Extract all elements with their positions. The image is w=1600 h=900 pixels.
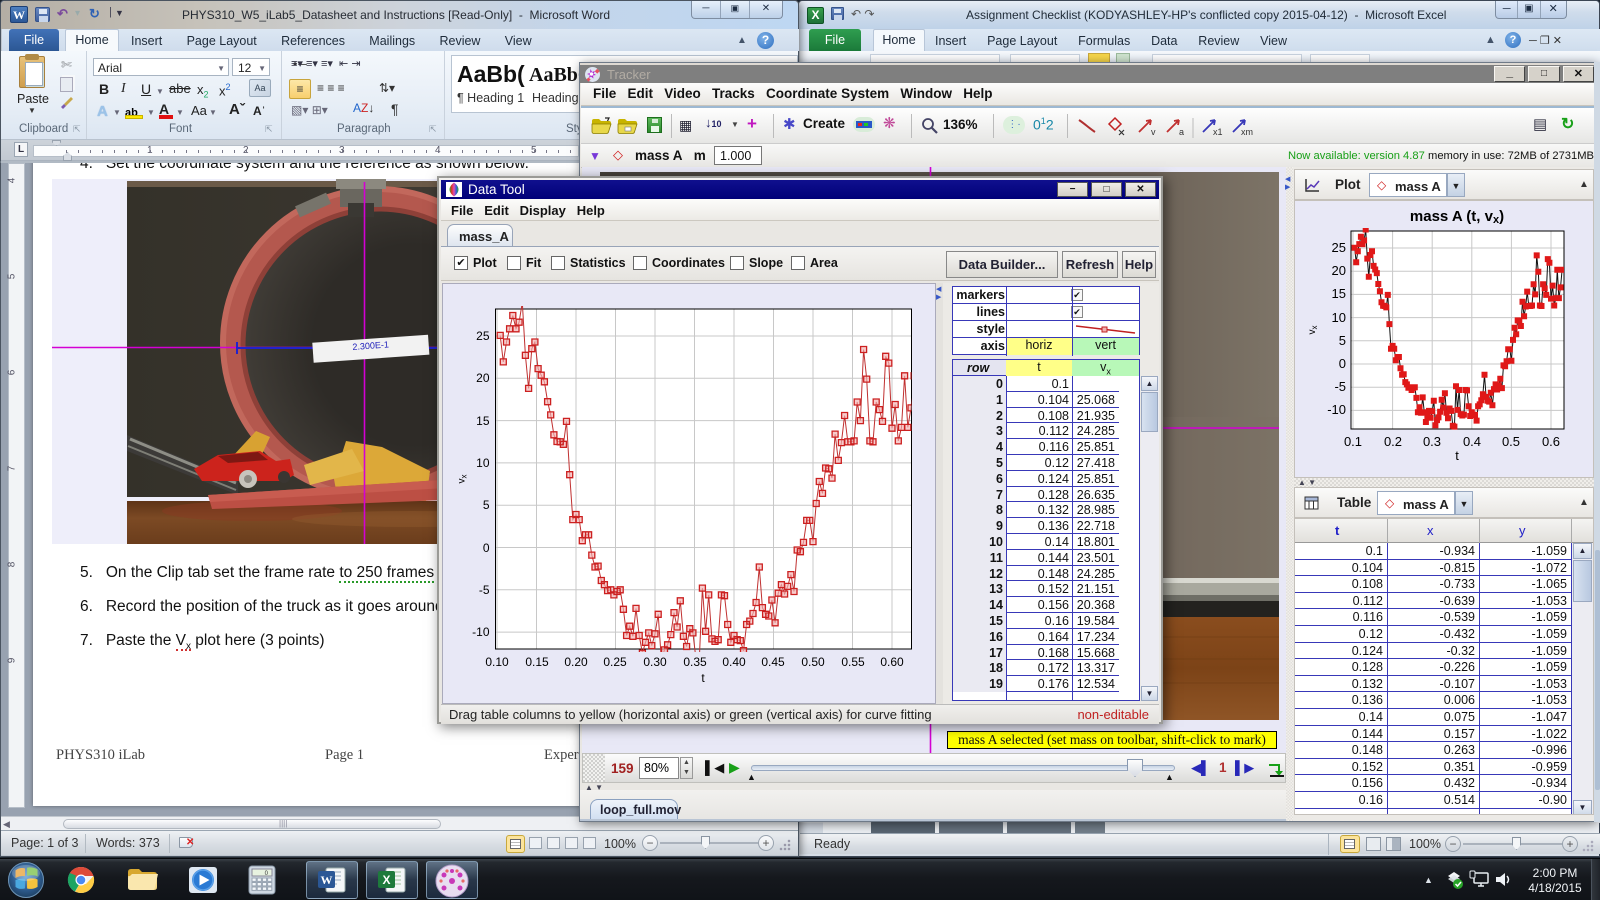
svg-text:20: 20 — [476, 371, 490, 385]
svg-text:0.25: 0.25 — [603, 655, 627, 669]
svg-text:x1: x1 — [1213, 127, 1223, 137]
svg-text:25: 25 — [476, 329, 490, 343]
svg-text:0.10: 0.10 — [485, 655, 509, 669]
svg-text:5: 5 — [1339, 333, 1346, 348]
svg-text:t: t — [1455, 448, 1459, 463]
svg-text:W: W — [321, 873, 333, 887]
svg-text:vx: vx — [457, 475, 469, 484]
svg-text:0.1: 0.1 — [1344, 434, 1362, 449]
svg-text:X: X — [382, 873, 390, 887]
svg-text:t: t — [701, 671, 705, 685]
svg-text:mass A (t, vx): mass A (t, vx) — [1410, 208, 1504, 226]
svg-text:20: 20 — [1332, 263, 1346, 278]
svg-text:0.5: 0.5 — [1502, 434, 1520, 449]
svg-text:0: 0 — [1339, 356, 1346, 371]
svg-text:a: a — [1179, 127, 1184, 137]
svg-text:10: 10 — [476, 456, 490, 470]
svg-text:0.50: 0.50 — [801, 655, 825, 669]
svg-text:15: 15 — [476, 414, 490, 428]
svg-text:0.40: 0.40 — [722, 655, 746, 669]
svg-text:0.45: 0.45 — [761, 655, 785, 669]
svg-text:-10: -10 — [1327, 402, 1346, 417]
svg-text:-5: -5 — [1334, 379, 1346, 394]
svg-text:5: 5 — [483, 498, 490, 512]
svg-text:-5: -5 — [479, 583, 490, 597]
svg-text:0.60: 0.60 — [880, 655, 904, 669]
svg-text:0.2: 0.2 — [1384, 434, 1402, 449]
svg-text:0.55: 0.55 — [841, 655, 865, 669]
svg-text:v: v — [1151, 127, 1156, 137]
svg-text:0.15: 0.15 — [525, 655, 549, 669]
svg-text:vx: vx — [1307, 326, 1319, 335]
svg-text:15: 15 — [1332, 286, 1346, 301]
svg-text:0.4: 0.4 — [1463, 434, 1481, 449]
svg-text:0.20: 0.20 — [564, 655, 588, 669]
svg-text:0.6: 0.6 — [1542, 434, 1560, 449]
svg-text:25: 25 — [1332, 240, 1346, 255]
svg-text:0.35: 0.35 — [683, 655, 707, 669]
svg-text:-10: -10 — [472, 625, 490, 639]
svg-text:0.3: 0.3 — [1423, 434, 1441, 449]
svg-text:10: 10 — [1332, 310, 1346, 325]
svg-text:xm: xm — [1241, 127, 1253, 137]
svg-text:0: 0 — [483, 541, 490, 555]
svg-text:0.30: 0.30 — [643, 655, 667, 669]
